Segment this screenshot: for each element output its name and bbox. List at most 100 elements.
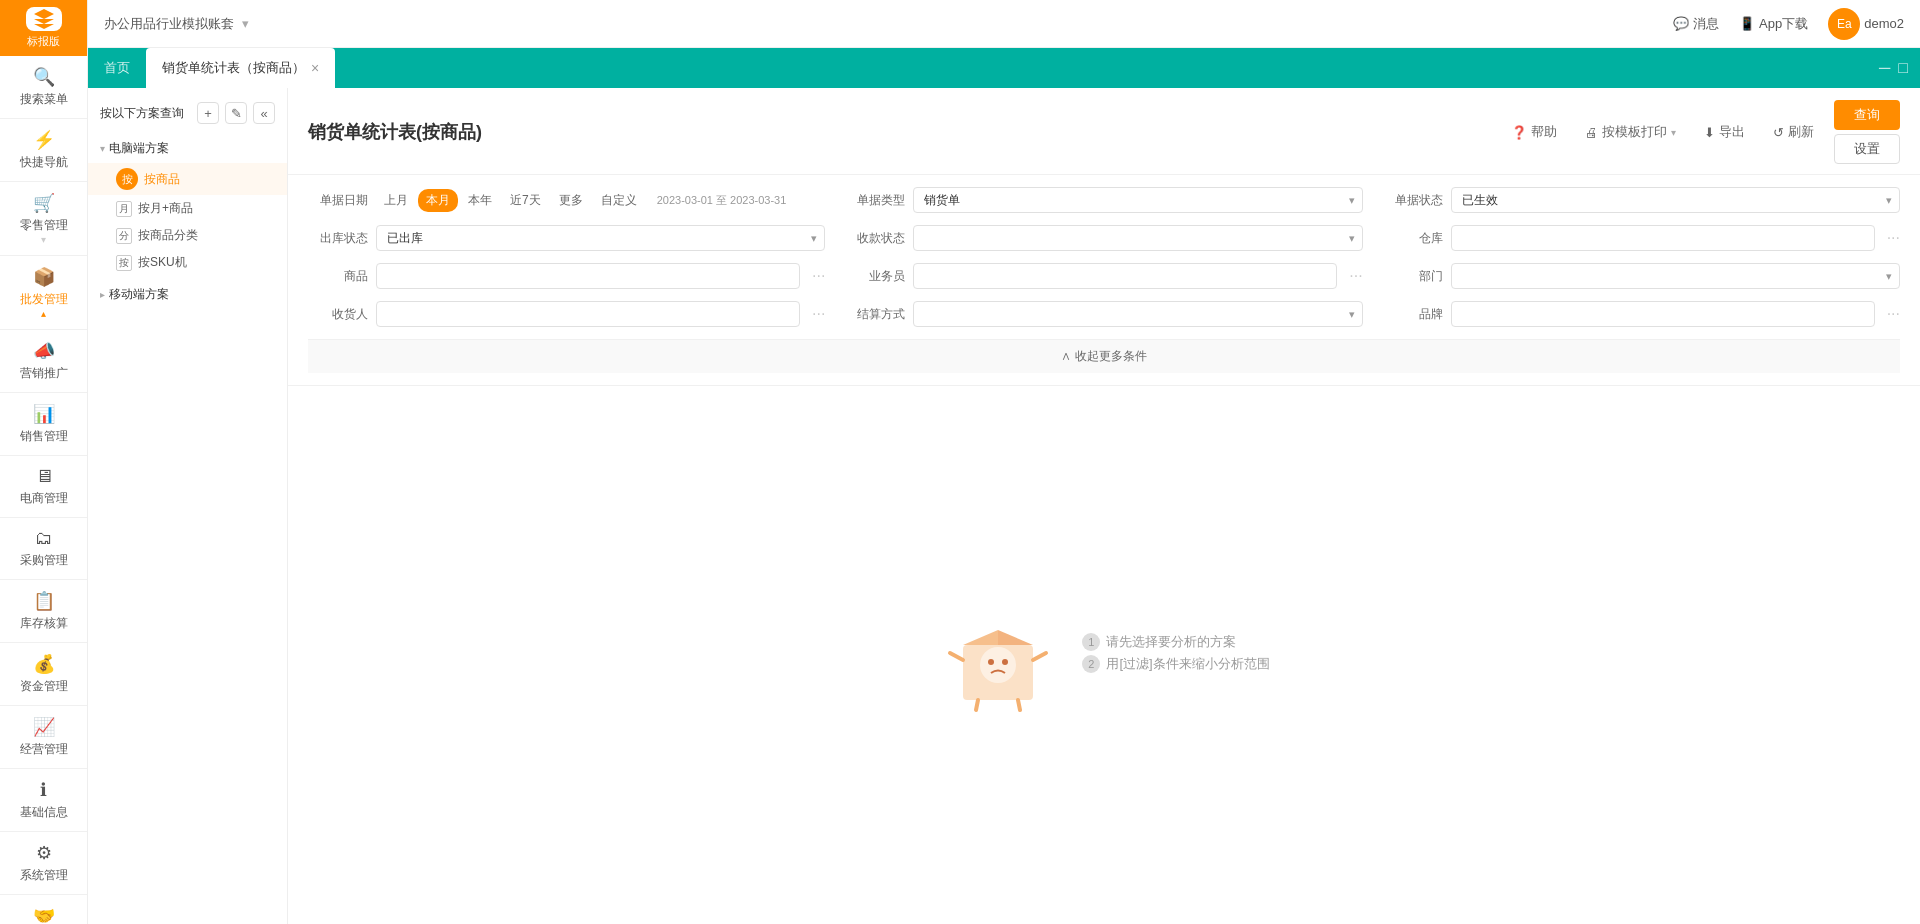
mobile-section-header[interactable]: ▸ 移动端方案: [88, 280, 287, 309]
sidebar-item-operation[interactable]: 📈 经营管理: [0, 706, 87, 769]
filter-brand: 品牌 ···: [1383, 301, 1900, 327]
filter-payment: 结算方式: [845, 301, 1362, 327]
export-label: 导出: [1719, 123, 1745, 141]
collapse-filter-btn[interactable]: ∧ 收起更多条件: [308, 339, 1900, 373]
desktop-section-header[interactable]: ▾ 电脑端方案: [88, 134, 287, 163]
sidebar-item-system-label: 系统管理: [20, 867, 68, 884]
app-download-btn[interactable]: 📱 App下载: [1739, 15, 1808, 33]
sidebar-logo[interactable]: 标报版: [0, 0, 87, 56]
payment-select[interactable]: [913, 301, 1362, 327]
query-button[interactable]: 查询: [1834, 100, 1900, 130]
sidebar-item-finance[interactable]: 💰 资金管理: [0, 643, 87, 706]
receiver-more-btn[interactable]: ···: [812, 305, 825, 323]
maximize-icon[interactable]: □: [1898, 59, 1908, 77]
svg-point-3: [980, 647, 1016, 683]
receipt-select-wrapper: [913, 225, 1362, 251]
message-icon: 💬: [1673, 16, 1689, 31]
sidebar-item-ecommerce[interactable]: 🖥 电商管理: [0, 456, 87, 518]
receipt-select[interactable]: [913, 225, 1362, 251]
sales-icon: 📊: [33, 403, 55, 425]
goods-input[interactable]: [376, 263, 800, 289]
collapse-panel-btn[interactable]: «: [253, 102, 275, 124]
industry-dropdown-icon[interactable]: ▾: [242, 16, 249, 31]
tab-report-label: 销货单统计表（按商品）: [162, 59, 305, 77]
dept-select-wrapper: [1451, 263, 1900, 289]
sidebar-item-marketing-label: 营销推广: [20, 365, 68, 382]
marketing-icon: 📣: [33, 340, 55, 362]
staff-input[interactable]: [913, 263, 1337, 289]
edit-scheme-btn[interactable]: ✎: [225, 102, 247, 124]
sidebar-item-retail[interactable]: 🛒 零售管理 ▾: [0, 182, 87, 256]
filter-staff: 业务员 ···: [845, 263, 1362, 289]
staff-more-btn[interactable]: ···: [1349, 267, 1362, 285]
warehouse-input[interactable]: [1451, 225, 1875, 251]
sidebar-item-basic[interactable]: ℹ 基础信息: [0, 769, 87, 832]
receiver-input[interactable]: [376, 301, 800, 327]
sidebar-item-quick[interactable]: ⚡ 快捷导航: [0, 119, 87, 182]
filter-row-4: 收货人 ··· 结算方式 品牌: [308, 301, 1900, 327]
sidebar-item-sales[interactable]: 📊 销售管理: [0, 393, 87, 456]
date-tab-this-month[interactable]: 本月: [418, 189, 458, 212]
wholesale-icon: 📦: [33, 266, 55, 288]
filter-row-1: 单据日期 上月 本月 本年 近7天 更多 自定义 2023-03-01 至 20…: [308, 187, 1900, 213]
tab-home[interactable]: 首页: [88, 48, 146, 88]
refresh-btn[interactable]: ↺ 刷新: [1765, 119, 1822, 145]
status-select-wrapper: 已生效: [1451, 187, 1900, 213]
date-tab-custom[interactable]: 自定义: [593, 189, 645, 212]
empty-svg: [938, 595, 1058, 715]
sidebar-item-wholesale[interactable]: 📦 批发管理 ▴: [0, 256, 87, 330]
tree-item-by-category[interactable]: 分 按商品分类: [88, 222, 287, 249]
empty-illustration: [938, 595, 1058, 715]
sidebar-item-system[interactable]: ⚙ 系统管理: [0, 832, 87, 895]
app-subtitle: 标报版: [27, 34, 60, 49]
brand-input[interactable]: [1451, 301, 1875, 327]
sidebar-item-enterprise[interactable]: 🤝 企业协同: [0, 895, 87, 924]
sidebar-item-search[interactable]: 🔍 搜索菜单: [0, 56, 87, 119]
date-tabs: 上月 本月 本年 近7天 更多 自定义: [376, 189, 645, 212]
receiver-label: 收货人: [308, 306, 368, 323]
date-tab-last-month[interactable]: 上月: [376, 189, 416, 212]
tree-item-by-product[interactable]: 按 按商品: [88, 163, 287, 195]
collapse-icon: «: [260, 106, 267, 121]
tree-item-by-month-product[interactable]: 月 按月+商品: [88, 195, 287, 222]
sidebar-item-inventory[interactable]: 📋 库存核算: [0, 580, 87, 643]
date-tab-more[interactable]: 更多: [551, 189, 591, 212]
goods-more-btn[interactable]: ···: [812, 267, 825, 285]
hint-text-1: 请先选择要分析的方案: [1106, 633, 1236, 651]
avatar[interactable]: Ea: [1828, 8, 1860, 40]
dept-select[interactable]: [1451, 263, 1900, 289]
message-btn[interactable]: 💬 消息: [1673, 15, 1719, 33]
settings-button[interactable]: 设置: [1834, 134, 1900, 164]
date-tab-this-year[interactable]: 本年: [460, 189, 500, 212]
help-btn[interactable]: ❓ 帮助: [1503, 119, 1565, 145]
user-profile[interactable]: Ea demo2: [1828, 8, 1904, 40]
tab-close-icon[interactable]: ×: [311, 60, 319, 76]
refresh-icon: ↺: [1773, 125, 1784, 140]
search-icon: 🔍: [33, 66, 55, 88]
brand-more-btn[interactable]: ···: [1887, 305, 1900, 323]
receipt-label: 收款状态: [845, 230, 905, 247]
staff-label: 业务员: [845, 268, 905, 285]
top-header-right: 💬 消息 📱 App下载 Ea demo2: [1673, 8, 1904, 40]
status-select[interactable]: 已生效: [1451, 187, 1900, 213]
filter-area: 单据日期 上月 本月 本年 近7天 更多 自定义 2023-03-01 至 20…: [288, 175, 1920, 386]
filter-goods: 商品 ···: [308, 263, 825, 289]
export-btn[interactable]: ⬇ 导出: [1696, 119, 1753, 145]
sidebar-item-purchase[interactable]: 🗂 采购管理: [0, 518, 87, 580]
out-select[interactable]: 已出库: [376, 225, 825, 251]
add-scheme-btn[interactable]: +: [197, 102, 219, 124]
tree-item-by-sku[interactable]: 按 按SKU机: [88, 249, 287, 276]
help-icon: ❓: [1511, 125, 1527, 140]
retail-icon: 🛒: [33, 192, 55, 214]
logo-svg: [32, 7, 56, 31]
ecommerce-icon: 🖥: [35, 466, 53, 487]
minimize-icon[interactable]: ─: [1879, 59, 1890, 77]
filter-row-3: 商品 ··· 业务员 ··· 部门: [308, 263, 1900, 289]
out-select-wrapper: 已出库: [376, 225, 825, 251]
date-tab-7days[interactable]: 近7天: [502, 189, 549, 212]
tab-report[interactable]: 销货单统计表（按商品） ×: [146, 48, 335, 88]
template-print-btn[interactable]: 🖨 按模板打印 ▾: [1577, 119, 1684, 145]
sidebar-item-marketing[interactable]: 📣 营销推广: [0, 330, 87, 393]
type-select[interactable]: 销货单: [913, 187, 1362, 213]
warehouse-more-btn[interactable]: ···: [1887, 229, 1900, 247]
